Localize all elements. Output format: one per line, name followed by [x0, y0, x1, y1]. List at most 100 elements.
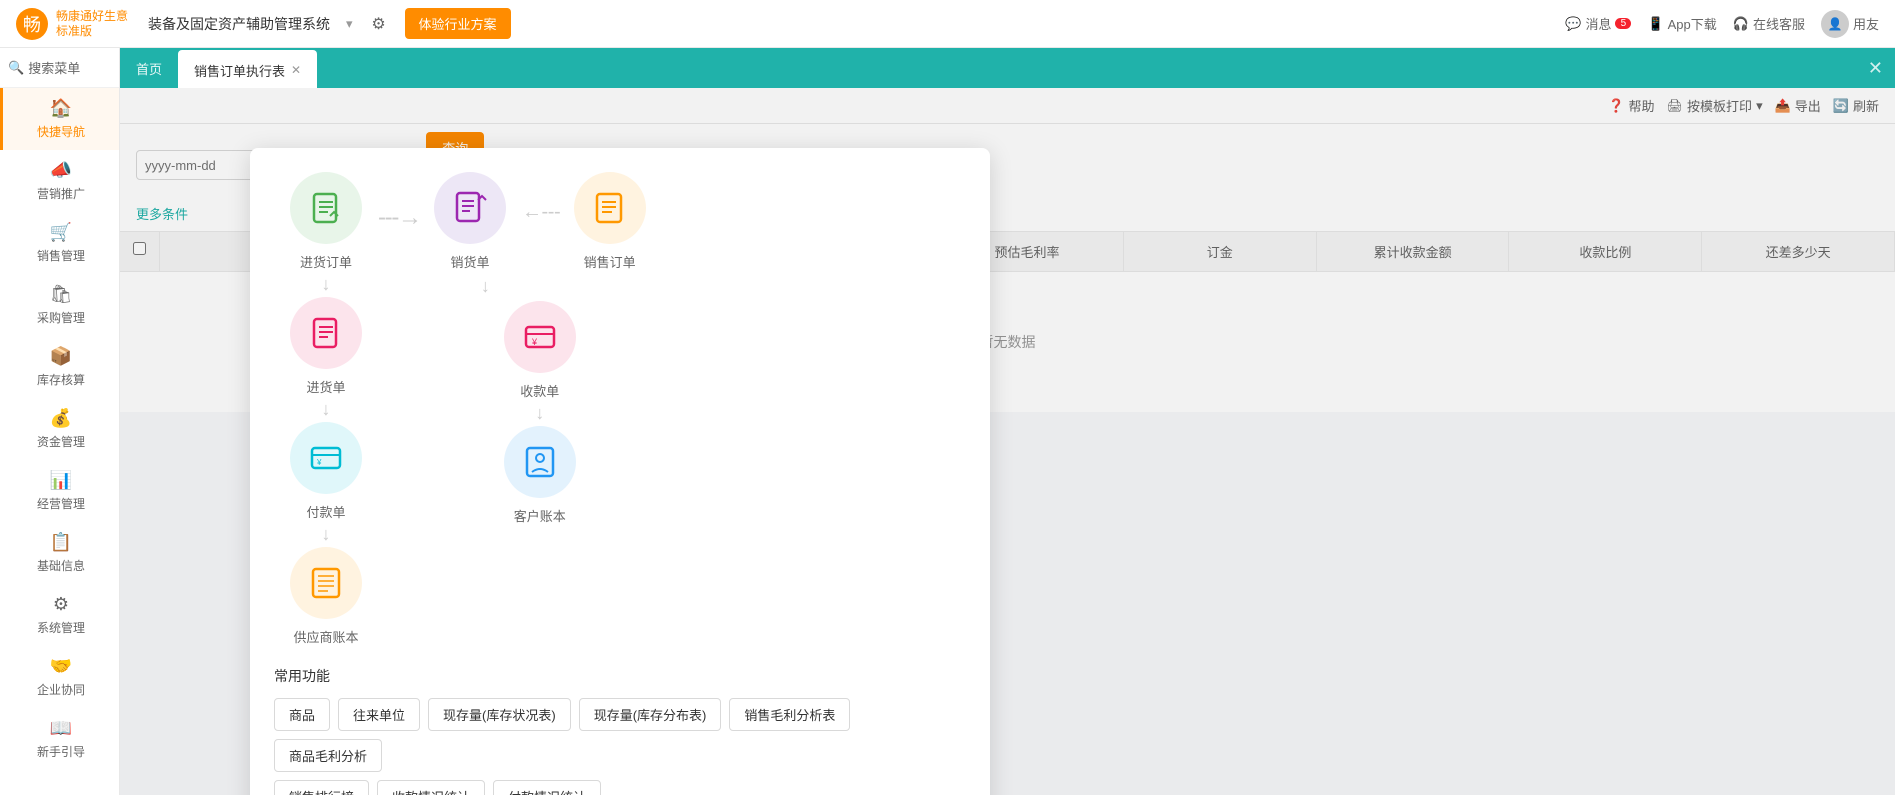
sidebar-item-enterprise[interactable]: 🤝 企业协同: [0, 646, 119, 708]
app-container: 畅 畅康通好生意 标准版 装备及固定资产辅助管理系统 ▾ ⚙ 体验行业方案 💬 …: [0, 0, 1895, 795]
flow-node-receipt-bill[interactable]: ¥ 收款单: [504, 301, 576, 400]
customer-account-label: 客户账本: [514, 506, 566, 525]
chart-icon: 📊: [50, 470, 72, 491]
tab-bar: 首页 销售订单执行表 ✕ ✕: [120, 48, 1895, 88]
flow-node-customer-account[interactable]: 客户账本: [504, 426, 576, 525]
sales-order-label: 销售订单: [584, 252, 636, 271]
flow-node-purchase-order[interactable]: 进货订单: [290, 172, 362, 271]
purchase-bill-label: 进货单: [306, 377, 345, 396]
sales-bill-label: 销货单: [450, 252, 489, 271]
box-icon: 📦: [50, 346, 72, 367]
arrow-h-1: - - - →: [378, 204, 418, 232]
handshake-icon: 🤝: [50, 656, 72, 677]
sidebar-item-finance[interactable]: 💰 资金管理: [0, 398, 119, 460]
sidebar-item-inventory[interactable]: 📦 库存核算: [0, 336, 119, 398]
arrow-down-receipt: ↓: [535, 404, 544, 422]
megaphone-icon: 📣: [50, 160, 72, 181]
sidebar-item-sales[interactable]: 🛒 销售管理: [0, 212, 119, 274]
func-buttons-row-2: 销售排行榜 收款情况统计 付款情况统计: [274, 780, 966, 795]
sidebar-item-marketing[interactable]: 📣 营销推广: [0, 150, 119, 212]
flow-node-sales-order[interactable]: 销售订单: [574, 172, 646, 271]
arrow-down-1: ↓: [322, 275, 331, 293]
message-button[interactable]: 💬 消息 5: [1565, 14, 1631, 33]
page-content: ❓ 帮助 🖨 按模板打印 ▾ 📤 导出 🔄 刷新: [120, 88, 1895, 795]
tab-close-icon[interactable]: ✕: [291, 63, 301, 77]
tab-home[interactable]: 首页: [120, 48, 178, 88]
func-btn-goods-margin[interactable]: 商品毛利分析: [274, 739, 382, 772]
func-btn-partner[interactable]: 往来单位: [338, 698, 420, 731]
gear-icon: ⚙: [53, 594, 69, 615]
popup-panel: 进货订单 ↓ 进货单: [250, 148, 990, 795]
logo-area: 畅 畅康通好生意 标准版: [16, 8, 136, 40]
arrow-down-sales-bill: ↓: [481, 277, 490, 295]
settings-gear-button[interactable]: ⚙: [365, 10, 393, 38]
book-icon: 📖: [50, 718, 72, 739]
purchase-order-circle: [290, 172, 362, 244]
content-area: 首页 销售订单执行表 ✕ ✕ ❓ 帮助 🖨: [120, 48, 1895, 795]
flow-node-sales-bill[interactable]: 销货单: [434, 172, 506, 271]
flow-row-top: 销货单 ← - - - 销售订单: [418, 172, 662, 271]
payment-bill-label: 付款单: [306, 502, 345, 521]
svg-text:¥: ¥: [531, 337, 538, 347]
message-icon: 💬: [1565, 16, 1581, 32]
purchase-order-label: 进货订单: [300, 252, 352, 271]
sidebar-item-system[interactable]: ⚙ 系统管理: [0, 584, 119, 646]
user-avatar: 👤: [1821, 10, 1849, 38]
sidebar-item-operations[interactable]: 📊 经营管理: [0, 460, 119, 522]
payment-bill-circle: ¥: [290, 422, 362, 494]
popup-overlay[interactable]: 进货订单 ↓ 进货单: [120, 88, 1895, 795]
func-buttons-row-1: 商品 往来单位 现存量(库存状况表) 现存量(库存分布表) 销售毛利分析表 商品…: [274, 698, 966, 772]
search-icon: 🔍: [8, 60, 24, 76]
arrow-down-row: ↓ ↓: [481, 273, 599, 299]
supplier-account-label: 供应商账本: [293, 627, 358, 646]
receipt-bill-circle: ¥: [504, 301, 576, 373]
money-icon: 💰: [50, 408, 72, 429]
user-menu-button[interactable]: 👤 用友: [1821, 10, 1879, 38]
sidebar-item-purchase[interactable]: 🛍 采购管理: [0, 274, 119, 336]
home-icon: 🏠: [50, 98, 72, 119]
common-functions-title: 常用功能: [274, 666, 966, 686]
func-btn-stock-status[interactable]: 现存量(库存状况表): [428, 698, 571, 731]
arrow-down-2: ↓: [322, 400, 331, 418]
logo-char: 畅: [23, 11, 41, 37]
app-download-button[interactable]: 📱 App下载: [1647, 14, 1716, 33]
logo-text: 畅康通好生意 标准版: [56, 9, 128, 38]
logo-icon: 畅: [16, 8, 48, 40]
sidebar-search[interactable]: 🔍 搜索菜单: [0, 48, 119, 88]
close-panel-button[interactable]: ✕: [1868, 58, 1895, 79]
cart-icon: 🛒: [50, 222, 72, 243]
sales-bill-circle: [434, 172, 506, 244]
sidebar-item-quick-nav[interactable]: 🏠 快捷导航: [0, 88, 119, 150]
customer-account-circle: [504, 426, 576, 498]
flow-col-right: 销货单 ← - - - 销售订单: [418, 172, 662, 525]
clipboard-icon: 📋: [50, 532, 72, 553]
flow-node-payment-bill[interactable]: ¥ 付款单: [290, 422, 362, 521]
flow-col-left: 进货订单 ↓ 进货单: [274, 172, 378, 646]
svg-text:¥: ¥: [316, 458, 322, 467]
func-btn-receipt-stats[interactable]: 收款情况统计: [377, 780, 485, 795]
func-btn-payment-stats[interactable]: 付款情况统计: [493, 780, 601, 795]
flow-node-purchase-bill[interactable]: 进货单: [290, 297, 362, 396]
flow-connector-left: - - - →: [378, 172, 418, 292]
flow-diagram: 进货订单 ↓ 进货单: [274, 172, 966, 646]
tab-sales-exec[interactable]: 销售订单执行表 ✕: [178, 50, 317, 90]
headset-icon: 🎧: [1733, 16, 1749, 32]
flow-node-supplier-account[interactable]: 供应商账本: [290, 547, 362, 646]
func-btn-sales-rank[interactable]: 销售排行榜: [274, 780, 369, 795]
tab-home-label: 首页: [136, 59, 162, 78]
top-bar: 畅 畅康通好生意 标准版 装备及固定资产辅助管理系统 ▾ ⚙ 体验行业方案 💬 …: [0, 0, 1895, 48]
system-title: 装备及固定资产辅助管理系统: [148, 14, 330, 34]
sidebar-item-basic-info[interactable]: 📋 基础信息: [0, 522, 119, 584]
func-btn-goods[interactable]: 商品: [274, 698, 330, 731]
top-bar-left: 畅 畅康通好生意 标准版 装备及固定资产辅助管理系统 ▾ ⚙ 体验行业方案: [16, 8, 511, 40]
common-functions: 常用功能 商品 往来单位 现存量(库存状况表) 现存量(库存分布表) 销售毛利分…: [274, 666, 966, 795]
func-btn-sales-margin[interactable]: 销售毛利分析表: [729, 698, 850, 731]
message-badge: 5: [1615, 18, 1631, 29]
purchase-bill-circle: [290, 297, 362, 369]
dropdown-icon[interactable]: ▾: [346, 16, 353, 32]
func-btn-stock-dist[interactable]: 现存量(库存分布表): [579, 698, 722, 731]
online-service-button[interactable]: 🎧 在线客服: [1733, 14, 1805, 33]
experience-button[interactable]: 体验行业方案: [405, 8, 511, 39]
sidebar-item-guide[interactable]: 📖 新手引导: [0, 708, 119, 770]
bag-icon: 🛍: [50, 284, 73, 305]
